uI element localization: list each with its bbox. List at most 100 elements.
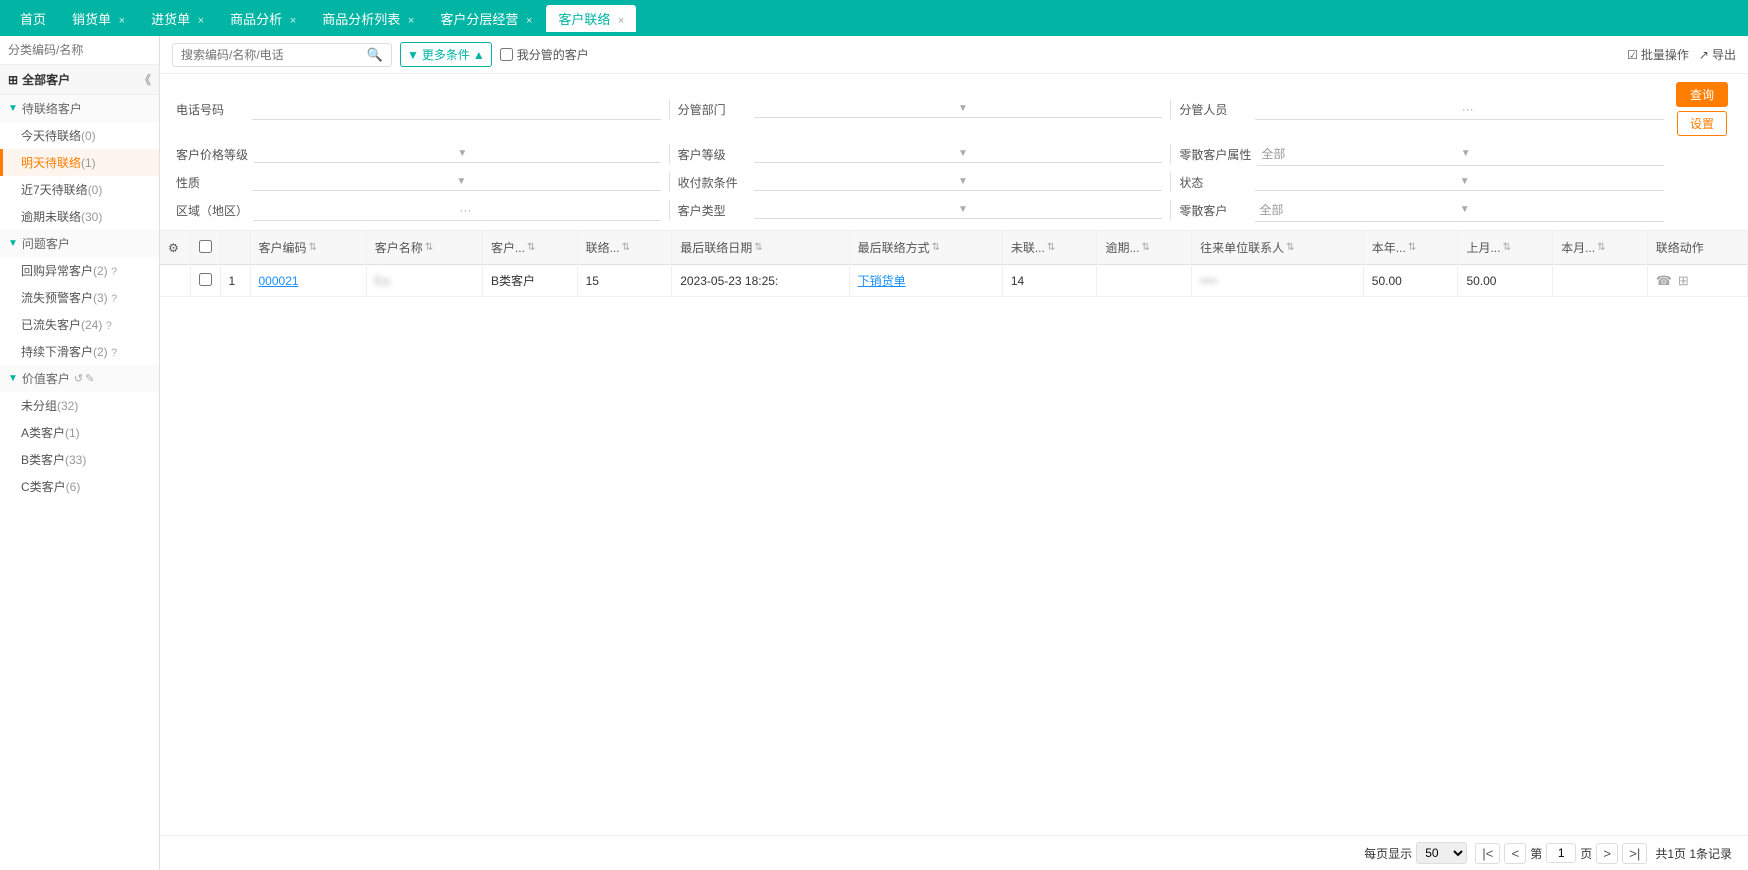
chevron-down-icon: ▼: [457, 148, 656, 159]
filter-field-manager: 分管人员 ···: [1179, 99, 1664, 120]
sidebar-item-a-customers[interactable]: A类客户(1): [0, 419, 159, 446]
settings-icon[interactable]: ⚙: [168, 241, 179, 255]
region-select[interactable]: ···: [254, 200, 661, 221]
sort-icon: ⇅: [1141, 242, 1149, 253]
nav-tab-customer-stratify[interactable]: 客户分层经营 ×: [428, 5, 544, 32]
per-page-select[interactable]: 50 20 100: [1416, 842, 1467, 864]
customer-level-select[interactable]: ▼: [754, 145, 1163, 163]
page-number-input[interactable]: [1546, 843, 1576, 863]
sidebar-item-churned[interactable]: 已流失客户(24) ?: [0, 311, 159, 338]
col-actions: 联络动作: [1647, 231, 1747, 265]
sort-icon: ⇅: [425, 242, 433, 253]
group-problem-customers[interactable]: ▼ 问题客户: [0, 230, 159, 257]
status-label: 状态: [1179, 174, 1249, 191]
col-last-contact-way[interactable]: 最后联络方式⇅: [849, 231, 1002, 265]
nav-tab-sales[interactable]: 销货单 ×: [60, 5, 137, 32]
sidebar-item-overdue-contact[interactable]: 逾期未联络(30): [0, 203, 159, 230]
table-area: ⚙ 客户编码⇅ 客户名称⇅ 客户...⇅: [160, 231, 1748, 835]
triangle-icon: ▼: [8, 373, 18, 384]
phone-input[interactable]: [252, 99, 661, 120]
col-contact-person[interactable]: 往来单位联系人⇅: [1192, 231, 1364, 265]
group-pending-contact[interactable]: ▼ 待联络客户: [0, 95, 159, 122]
col-type[interactable]: 客户...⇅: [482, 231, 577, 265]
col-overdue[interactable]: 逾期...⇅: [1097, 231, 1192, 265]
sidebar-item-churn-warning[interactable]: 流失预警客户(3) ?: [0, 284, 159, 311]
nav-home[interactable]: 首页: [8, 5, 58, 32]
cell-last-contact-way[interactable]: 下销货单: [849, 265, 1002, 297]
payment-select[interactable]: ▼: [754, 173, 1163, 191]
collapse-icon[interactable]: 《: [139, 71, 151, 88]
close-icon[interactable]: ×: [618, 15, 624, 27]
query-button[interactable]: 查询: [1676, 82, 1728, 107]
sidebar-item-ungrouped[interactable]: 未分组(32): [0, 392, 159, 419]
col-last-contact-date[interactable]: 最后联络日期⇅: [672, 231, 849, 265]
filter-panel: 电话号码 分管部门 ▼ 分管人员 ···: [160, 74, 1748, 231]
next-page-button[interactable]: >: [1596, 843, 1618, 864]
export-button[interactable]: ↗ 导出: [1699, 46, 1736, 63]
close-icon[interactable]: ×: [526, 15, 532, 27]
dept-select[interactable]: ▼: [754, 100, 1163, 118]
nav-tab-customer-contact[interactable]: 客户联络 ×: [546, 5, 636, 32]
close-icon[interactable]: ×: [198, 15, 204, 27]
close-icon[interactable]: ×: [290, 15, 296, 27]
col-contacts[interactable]: 联络...⇅: [577, 231, 672, 265]
setting-button[interactable]: 设置: [1677, 111, 1727, 136]
col-no-contact[interactable]: 未联...⇅: [1002, 231, 1097, 265]
search-input[interactable]: [181, 48, 367, 62]
prev-page-button[interactable]: <: [1504, 843, 1526, 864]
grid-action-icon[interactable]: ⊞: [1678, 273, 1689, 289]
zero-customer-select[interactable]: 全部 ▼: [1255, 198, 1664, 222]
customer-type-select[interactable]: ▼: [754, 201, 1163, 219]
sidebar-item-declining[interactable]: 持续下滑客户(2) ?: [0, 338, 159, 365]
cell-actions: ☎ ⊞: [1647, 265, 1747, 297]
nature-select[interactable]: ▼: [252, 173, 661, 191]
manager-select[interactable]: ···: [1255, 99, 1664, 120]
separator: [669, 200, 670, 220]
col-this-month[interactable]: 本月...⇅: [1553, 231, 1648, 265]
sidebar-search-input[interactable]: [8, 43, 160, 57]
sidebar-item-7day-contact[interactable]: 近7天待联络(0): [0, 176, 159, 203]
search-icon[interactable]: 🔍: [367, 47, 383, 63]
cell-code[interactable]: 000021: [250, 265, 366, 297]
cell-overdue: [1097, 265, 1192, 297]
cell-checkbox[interactable]: [190, 265, 220, 297]
cell-type: B类客户: [482, 265, 577, 297]
sidebar-item-repurchase-abnormal[interactable]: 回购异常客户(2) ?: [0, 257, 159, 284]
col-settings[interactable]: ⚙: [160, 231, 190, 265]
last-page-button[interactable]: >|: [1622, 843, 1647, 864]
sidebar-item-c-customers[interactable]: C类客户(6): [0, 473, 159, 500]
close-icon[interactable]: ×: [119, 15, 125, 27]
col-this-year[interactable]: 本年...⇅: [1363, 231, 1458, 265]
col-code[interactable]: 客户编码⇅: [250, 231, 366, 265]
col-last-month[interactable]: 上月...⇅: [1458, 231, 1553, 265]
phone-action-icon[interactable]: ☎: [1656, 273, 1672, 289]
separator: [1170, 200, 1171, 220]
first-page-button[interactable]: |<: [1475, 843, 1500, 864]
grid-icon: ⊞: [8, 73, 18, 87]
filter-field-region: 区域（地区） ···: [176, 200, 661, 221]
close-icon[interactable]: ×: [408, 15, 414, 27]
zero-attr-select[interactable]: 全部 ▼: [1257, 142, 1664, 166]
more-filter-button[interactable]: ▼ 更多条件 ▲: [400, 42, 492, 67]
nav-tab-product-analysis[interactable]: 商品分析 ×: [218, 5, 308, 32]
status-select[interactable]: ▼: [1255, 173, 1664, 191]
price-level-select[interactable]: ▼: [254, 145, 661, 163]
my-customer-checkbox[interactable]: [500, 48, 513, 61]
sidebar-item-b-customers[interactable]: B类客户(33): [0, 446, 159, 473]
batch-op-button[interactable]: ☑ 批量操作: [1627, 46, 1689, 63]
nav-tab-product-analysis-list[interactable]: 商品分析列表 ×: [310, 5, 426, 32]
sort-icon: ⇅: [1408, 242, 1416, 253]
select-all-checkbox[interactable]: [199, 240, 212, 253]
col-name[interactable]: 客户名称⇅: [366, 231, 482, 265]
per-page-wrap: 每页显示 50 20 100: [1364, 842, 1467, 864]
all-customers-header[interactable]: ⊞ 全部客户 《: [0, 65, 159, 95]
row-checkbox[interactable]: [199, 273, 212, 286]
col-checkbox[interactable]: [190, 231, 220, 265]
nav-tab-purchase[interactable]: 进货单 ×: [139, 5, 216, 32]
sidebar-item-tomorrow-contact[interactable]: 明天待联络(1): [0, 149, 159, 176]
cell-name[interactable]: Ea: [366, 265, 482, 297]
group-value-customers[interactable]: ▼ 价值客户 ↺ ✎: [0, 365, 159, 392]
sidebar-item-today-contact[interactable]: 今天待联络(0): [0, 122, 159, 149]
filter-field-status: 状态 ▼: [1179, 173, 1664, 191]
separator: [1170, 172, 1171, 192]
